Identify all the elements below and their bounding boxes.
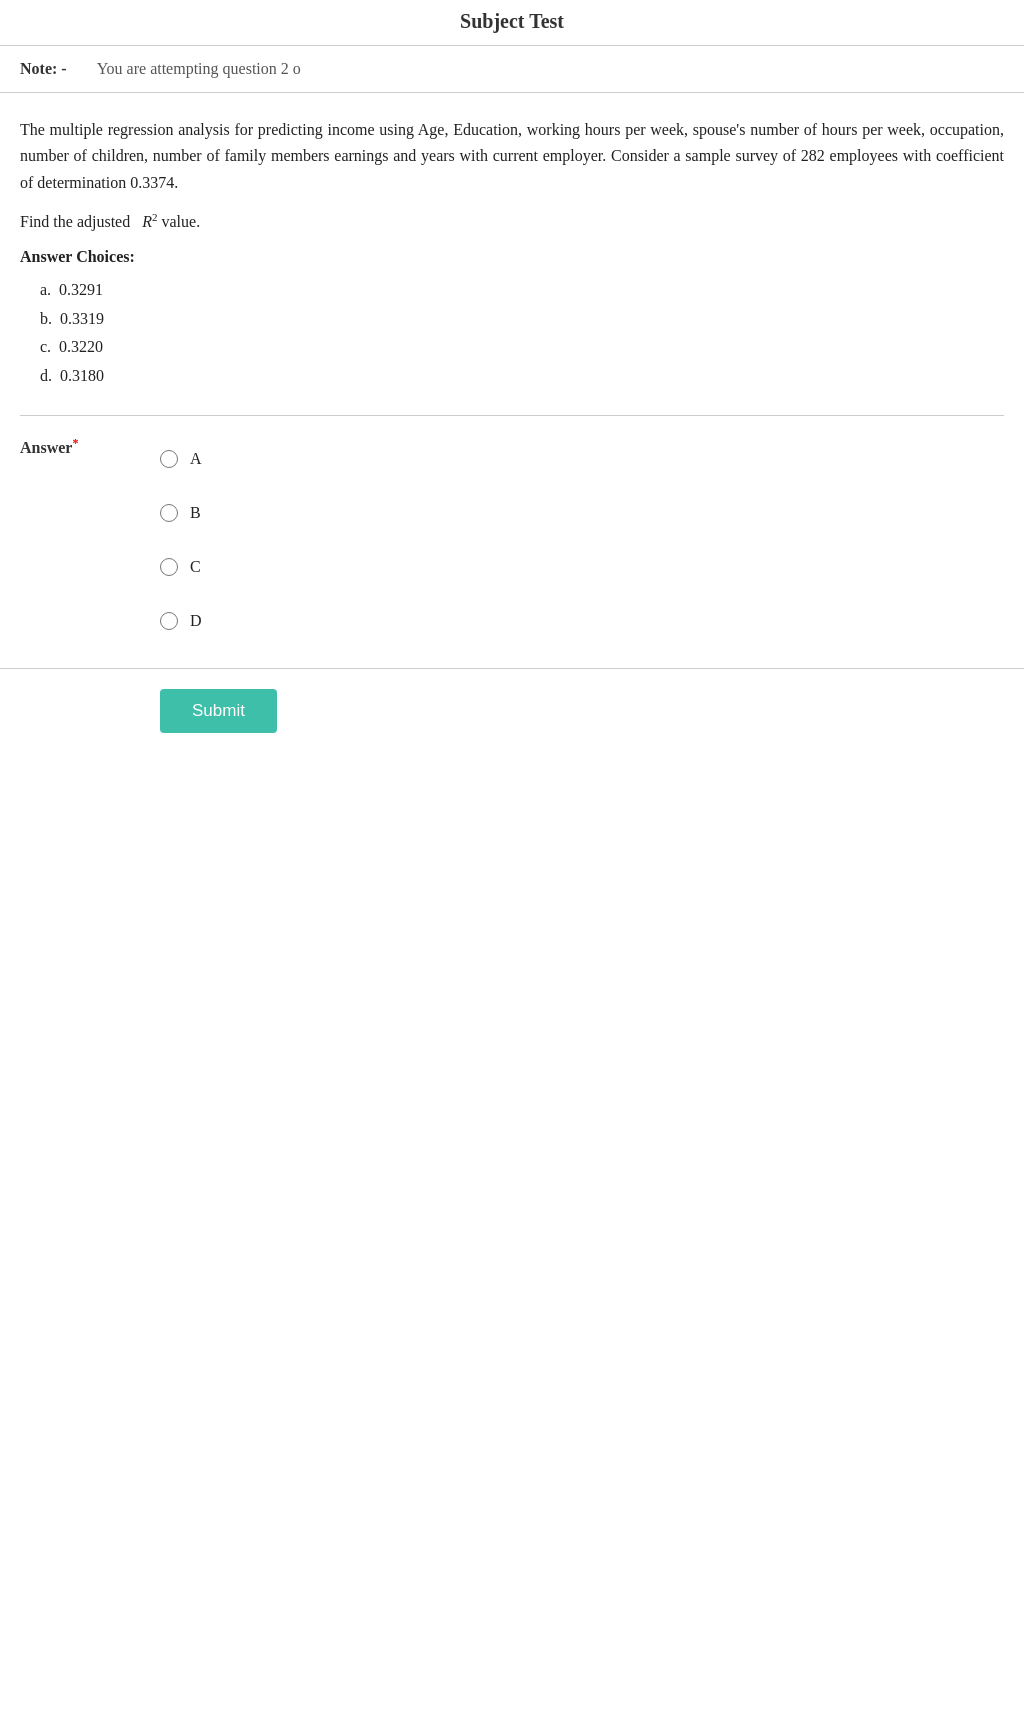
question-find: Find the adjusted R2 value. bbox=[20, 208, 1004, 236]
note-text: You are attempting question 2 o bbox=[97, 60, 301, 78]
question-body: The multiple regression analysis for pre… bbox=[20, 117, 1004, 196]
choice-d-value: 0.3180 bbox=[60, 367, 104, 384]
choice-a-label: a. bbox=[40, 281, 59, 298]
radio-input-d[interactable] bbox=[160, 612, 178, 630]
choice-c-label: c. bbox=[40, 338, 59, 355]
required-marker: * bbox=[72, 436, 78, 450]
radio-option-a[interactable]: A bbox=[160, 432, 202, 486]
radio-label-a: A bbox=[190, 450, 202, 468]
choice-b: b. 0.3319 bbox=[40, 305, 1004, 334]
submit-button[interactable]: Submit bbox=[160, 689, 277, 733]
radio-option-d[interactable]: D bbox=[160, 594, 202, 648]
choices-list: a. 0.3291 b. 0.3319 c. 0.3220 d. 0.3180 bbox=[20, 276, 1004, 391]
radio-option-b[interactable]: B bbox=[160, 486, 202, 540]
radio-option-c[interactable]: C bbox=[160, 540, 202, 594]
page-header: Subject Test bbox=[0, 0, 1024, 46]
submit-area: Submit bbox=[0, 668, 1024, 753]
radio-label-d: D bbox=[190, 612, 202, 630]
radio-label-b: B bbox=[190, 504, 201, 522]
choice-d-label: d. bbox=[40, 367, 60, 384]
radio-input-c[interactable] bbox=[160, 558, 178, 576]
note-bar: Note: - You are attempting question 2 o bbox=[0, 46, 1024, 93]
answer-label-col: Answer* bbox=[20, 432, 160, 457]
choice-b-value: 0.3319 bbox=[60, 310, 104, 327]
choice-c-value: 0.3220 bbox=[59, 338, 103, 355]
note-label: Note: - bbox=[20, 60, 67, 78]
header-title: Subject Test bbox=[460, 10, 564, 32]
choice-a-value: 0.3291 bbox=[59, 281, 103, 298]
choice-d: d. 0.3180 bbox=[40, 362, 1004, 391]
answer-choices-heading: Answer Choices: bbox=[20, 248, 1004, 266]
choice-c: c. 0.3220 bbox=[40, 333, 1004, 362]
question-area: The multiple regression analysis for pre… bbox=[0, 93, 1024, 668]
radio-input-b[interactable] bbox=[160, 504, 178, 522]
answer-label: Answer* bbox=[20, 439, 78, 456]
choice-b-label: b. bbox=[40, 310, 60, 327]
radio-input-a[interactable] bbox=[160, 450, 178, 468]
radio-label-c: C bbox=[190, 558, 201, 576]
choice-a: a. 0.3291 bbox=[40, 276, 1004, 305]
answer-section: Answer* A B C D bbox=[20, 415, 1004, 648]
answer-options-col: A B C D bbox=[160, 432, 202, 648]
